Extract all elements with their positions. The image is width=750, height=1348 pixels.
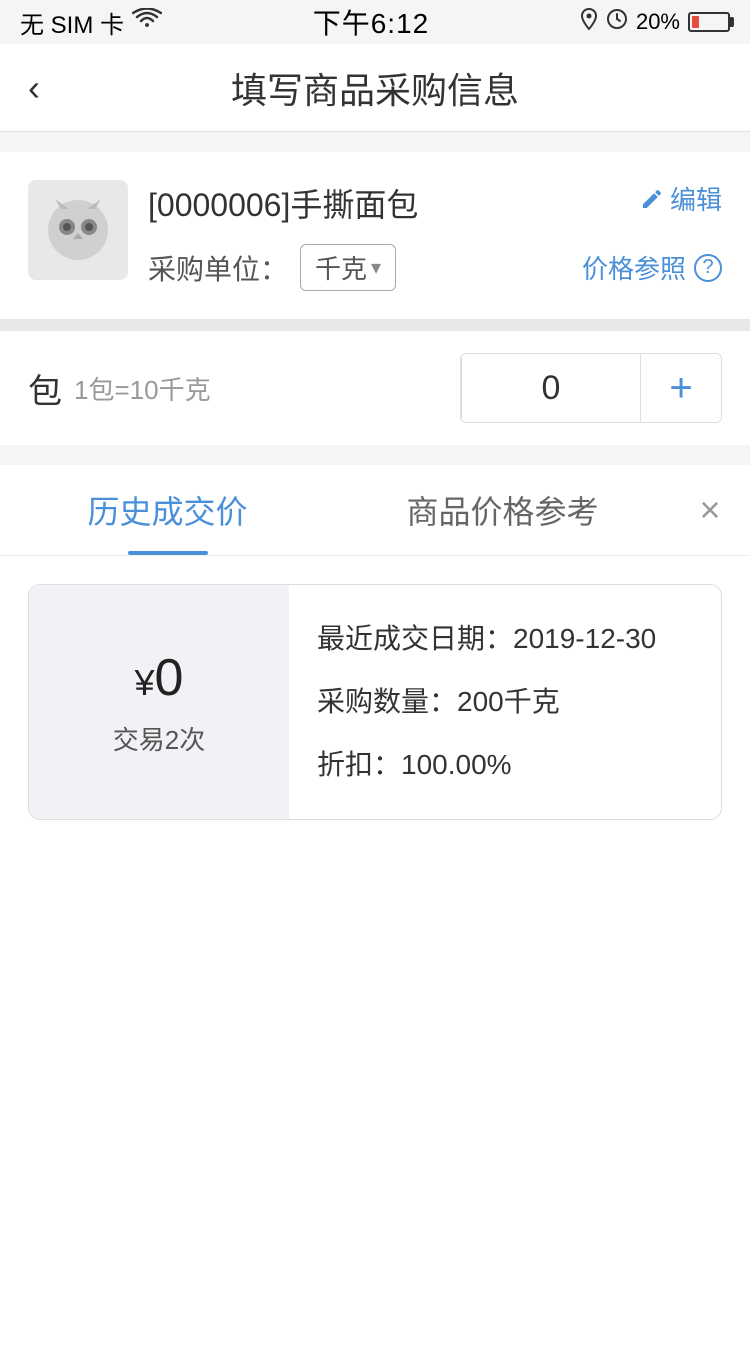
close-icon: × — [699, 489, 720, 531]
battery-percent: 20% — [636, 9, 680, 35]
dropdown-arrow-icon: ▾ — [371, 255, 381, 280]
card-price-section: ¥0 交易2次 — [29, 585, 289, 819]
product-unit-row: 采购单位： 千克 ▾ — [148, 244, 418, 291]
back-button[interactable]: ‹ — [28, 67, 40, 109]
page-title: 填写商品采购信息 — [231, 62, 519, 114]
card-price-value: ¥0 — [135, 648, 184, 708]
edit-label: 编辑 — [670, 180, 722, 217]
tab-header: 历史成交价 商品价格参考 × — [0, 465, 750, 556]
clock-icon — [606, 8, 628, 36]
tab-product-price-label: 商品价格参考 — [406, 487, 598, 533]
location-icon — [580, 8, 598, 36]
purchase-qty-value: 200千克 — [457, 686, 560, 717]
recent-date-label: 最近成交日期： — [317, 623, 513, 654]
quantity-controls: + — [460, 353, 722, 423]
tab-section: 历史成交价 商品价格参考 × ¥0 交易2次 最近成交日期：2019-12-30… — [0, 465, 750, 848]
discount-label: 折扣： — [317, 749, 401, 780]
product-right: 编辑 价格参照 ? — [582, 180, 722, 286]
discount-value: 100.00% — [401, 749, 512, 780]
quantity-unit-hint: 1包=10千克 — [74, 370, 211, 407]
price-ref-help-icon: ? — [694, 254, 722, 282]
quantity-input[interactable] — [461, 354, 641, 422]
quantity-section: 包 1包=10千克 + — [0, 331, 750, 445]
price-ref-button[interactable]: 价格参照 ? — [582, 249, 722, 286]
product-image — [28, 180, 128, 280]
edit-button[interactable]: 编辑 — [640, 180, 722, 217]
price-symbol: ¥ — [135, 662, 155, 703]
status-time: 下午6:12 — [313, 2, 430, 42]
product-info: [0000006]手撕面包 采购单位： 千克 ▾ — [148, 180, 418, 291]
tab-close-button[interactable]: × — [670, 465, 750, 555]
wifi-icon — [132, 8, 162, 37]
purchase-qty-label: 采购数量： — [317, 686, 457, 717]
page-rest — [0, 848, 750, 1348]
card-container: ¥0 交易2次 最近成交日期：2019-12-30 采购数量：200千克 折扣：… — [0, 556, 750, 848]
card-details-section: 最近成交日期：2019-12-30 采购数量：200千克 折扣：100.00% — [289, 585, 721, 819]
product-left: [0000006]手撕面包 采购单位： 千克 ▾ — [28, 180, 418, 291]
carrier-text: 无 SIM 卡 — [20, 5, 124, 40]
section-divider — [0, 319, 750, 331]
tab-history-price[interactable]: 历史成交价 — [0, 465, 335, 555]
tab-history-label: 历史成交价 — [87, 487, 247, 533]
purchase-unit-label: 采购单位： — [148, 248, 288, 288]
price-value: 0 — [155, 649, 184, 707]
quantity-label: 包 1包=10千克 — [28, 364, 211, 413]
unit-value: 千克 — [315, 249, 367, 286]
unit-selector[interactable]: 千克 ▾ — [300, 244, 396, 291]
purchase-qty-row: 采购数量：200千克 — [317, 680, 693, 725]
price-ref-label: 价格参照 — [582, 249, 686, 286]
status-left: 无 SIM 卡 — [20, 5, 162, 40]
card-trades-count: 交易2次 — [113, 720, 205, 757]
quantity-unit-big: 包 — [28, 364, 62, 413]
tab-product-price-ref[interactable]: 商品价格参考 — [335, 465, 670, 555]
product-name: [0000006]手撕面包 — [148, 180, 418, 226]
status-right: 20% — [580, 8, 730, 36]
history-card: ¥0 交易2次 最近成交日期：2019-12-30 采购数量：200千克 折扣：… — [28, 584, 722, 820]
product-section: [0000006]手撕面包 采购单位： 千克 ▾ 编辑 价格参照 ? — [0, 152, 750, 319]
quantity-increment-button[interactable]: + — [641, 354, 721, 422]
status-bar: 无 SIM 卡 下午6:12 20% — [0, 0, 750, 44]
recent-date-value: 2019-12-30 — [513, 623, 656, 654]
recent-date-row: 最近成交日期：2019-12-30 — [317, 617, 693, 662]
discount-row: 折扣：100.00% — [317, 743, 693, 788]
nav-bar: ‹ 填写商品采购信息 — [0, 44, 750, 132]
battery-icon — [688, 12, 730, 32]
